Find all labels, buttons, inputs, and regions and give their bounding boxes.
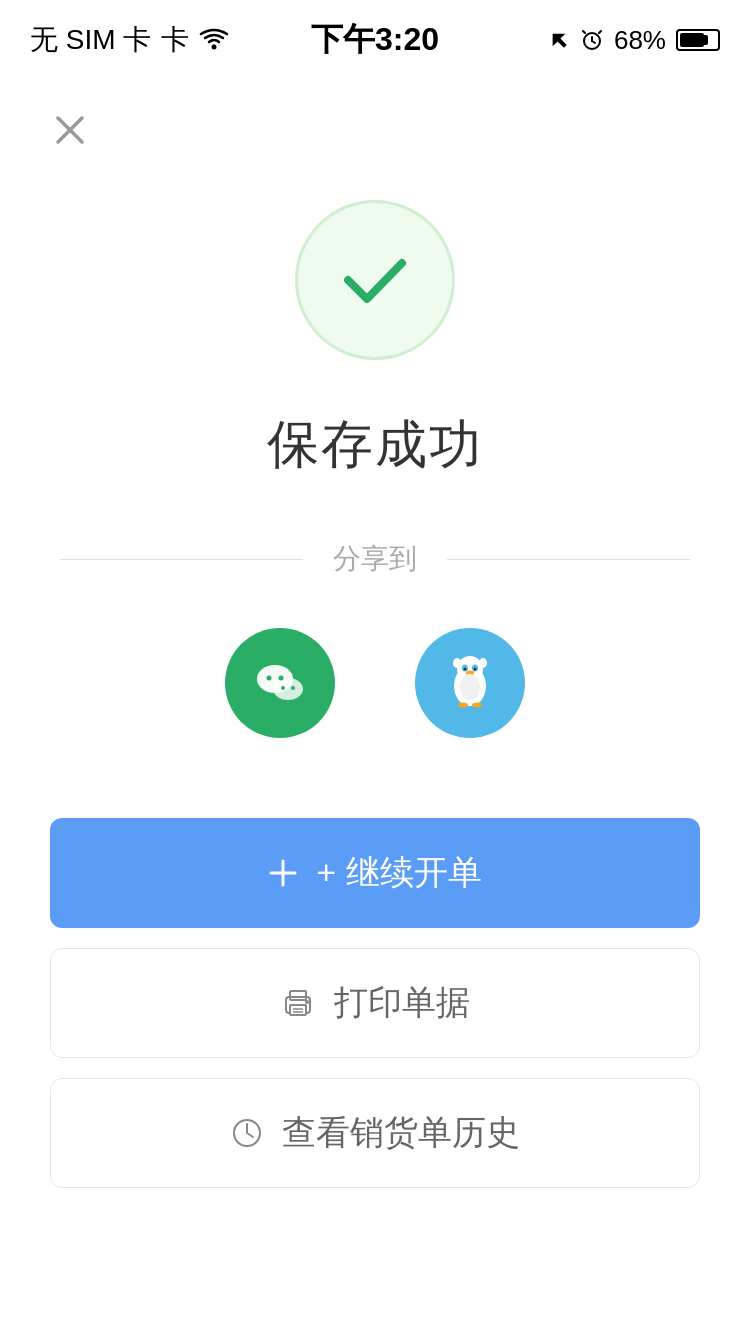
divider-left — [60, 559, 303, 560]
share-row — [225, 628, 525, 738]
status-bar: 无 SIM 卡 卡 下午3:20 68% — [0, 0, 750, 80]
close-button[interactable] — [40, 100, 100, 160]
plus-icon — [268, 858, 298, 888]
status-time: 下午3:20 — [311, 18, 439, 62]
clock-icon — [230, 1116, 264, 1150]
carrier-text: 无 SIM 卡 — [30, 21, 151, 59]
svg-rect-27 — [290, 991, 306, 1000]
history-label: 查看销货单历史 — [282, 1110, 520, 1156]
success-circle — [295, 200, 455, 360]
svg-rect-28 — [290, 1005, 306, 1015]
printer-icon — [280, 985, 316, 1021]
wifi-icon — [199, 28, 229, 52]
svg-point-19 — [460, 674, 480, 700]
history-button[interactable]: 查看销货单历史 — [50, 1078, 700, 1188]
svg-point-7 — [273, 678, 303, 700]
wechat-share-button[interactable] — [225, 628, 335, 738]
svg-point-9 — [278, 675, 283, 680]
divider-right — [447, 559, 690, 560]
svg-point-11 — [291, 686, 295, 690]
svg-point-31 — [305, 1000, 309, 1004]
qq-share-button[interactable] — [415, 628, 525, 738]
print-label: 打印单据 — [334, 980, 470, 1026]
qq-icon — [438, 651, 503, 716]
wechat-icon — [248, 651, 313, 716]
share-divider: 分享到 — [0, 540, 750, 578]
share-label: 分享到 — [303, 540, 447, 578]
battery-icon — [676, 29, 720, 51]
continue-label: + 继续开单 — [316, 850, 481, 896]
svg-point-20 — [458, 702, 468, 707]
continue-button[interactable]: + 继续开单 — [50, 818, 700, 928]
svg-point-22 — [453, 658, 461, 668]
battery-percent: 68% — [614, 25, 666, 56]
svg-line-3 — [592, 41, 595, 43]
svg-point-10 — [281, 686, 285, 690]
sim-icon: 卡 — [161, 21, 189, 59]
main-content: 保存成功 分享到 — [0, 80, 750, 1188]
actions-section: + 继续开单 打印单据 查看销货单历史 — [0, 818, 750, 1188]
svg-point-23 — [479, 658, 487, 668]
print-button[interactable]: 打印单据 — [50, 948, 700, 1058]
svg-line-34 — [247, 1133, 253, 1137]
svg-point-0 — [212, 45, 217, 50]
status-right: 68% — [548, 25, 720, 56]
alarm-icon — [580, 28, 604, 52]
svg-point-16 — [463, 667, 466, 670]
svg-point-17 — [473, 667, 476, 670]
status-left: 无 SIM 卡 卡 — [30, 21, 229, 59]
location-icon — [548, 29, 570, 51]
svg-point-8 — [266, 675, 271, 680]
checkmark-icon — [330, 235, 420, 325]
success-title: 保存成功 — [267, 410, 483, 480]
svg-point-21 — [472, 702, 482, 707]
